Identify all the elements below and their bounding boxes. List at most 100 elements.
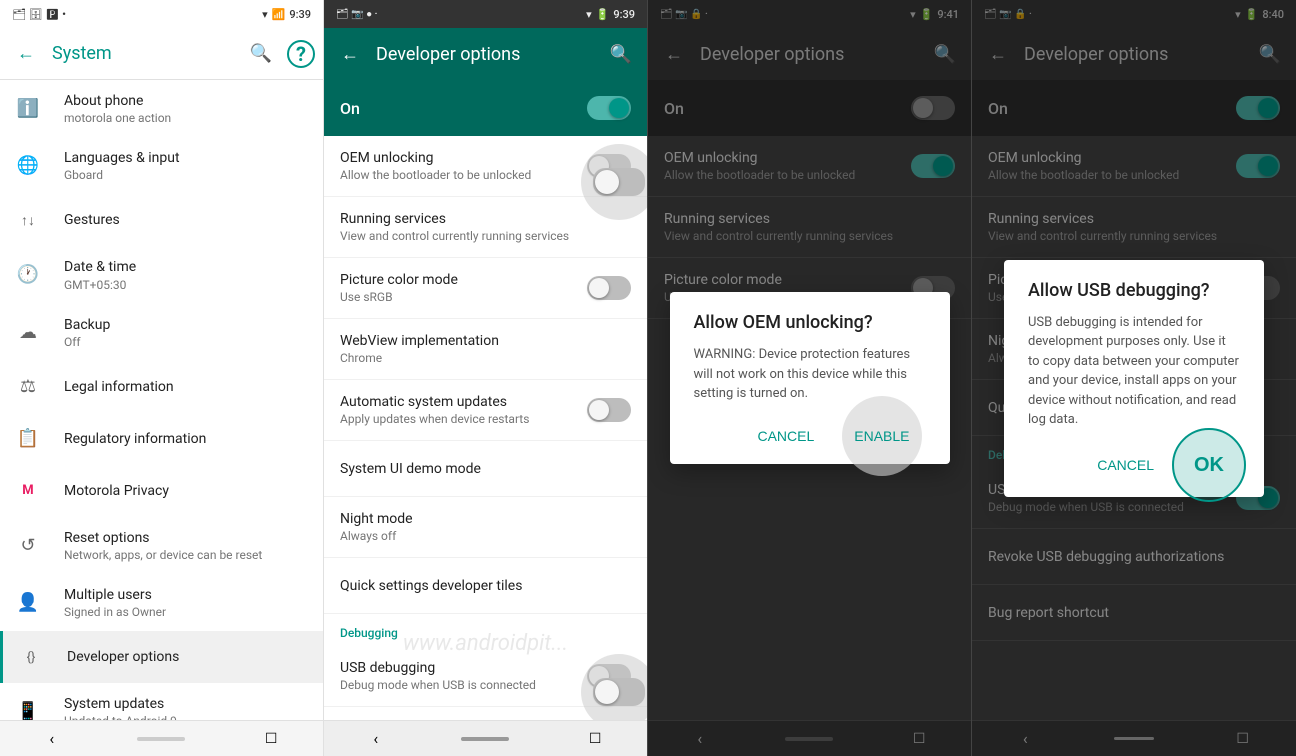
oem-dialog-body: WARNING: Device protection features will… <box>694 345 926 404</box>
notification-icons: 🗂 🗄 🅿 • <box>12 8 66 21</box>
usb-dialog-actions: Cancel OK <box>1028 446 1240 485</box>
mid-top-bar: ← Developer options 🔍 <box>324 28 647 80</box>
auto-updates-sublabel: Apply updates when device restarts <box>340 412 587 426</box>
regulatory-label: Regulatory information <box>64 430 307 448</box>
demo-mode-label: System UI demo mode <box>340 461 631 477</box>
auto-updates-item[interactable]: Automatic system updates Apply updates w… <box>324 380 647 441</box>
status-icons-left: 🗂 🗄 🅿 • <box>12 8 66 21</box>
oem-dialog-title: Allow OEM unlocking? <box>694 312 926 333</box>
picture-color-label: Picture color mode <box>340 272 587 288</box>
sidebar-item-backup[interactable]: ☁ Backup Off <box>0 304 323 361</box>
oem-dialog-overlay: Allow OEM unlocking? WARNING: Device pro… <box>648 0 971 756</box>
oem-toggle-thumb <box>589 156 609 176</box>
time-display-mid: 9:39 <box>613 8 635 21</box>
usb-cancel-button[interactable]: Cancel <box>1081 446 1170 485</box>
night-mode-item[interactable]: Night mode Always off <box>324 497 647 558</box>
nav-back-mid[interactable]: ‹ <box>358 721 394 756</box>
about-icon: ℹ️ <box>16 97 40 121</box>
webview-label: WebView implementation <box>340 333 631 349</box>
sidebar-item-developer[interactable]: {} Developer options <box>0 631 323 683</box>
reset-icon: ↺ <box>16 533 40 557</box>
backup-icon: ☁ <box>16 320 40 344</box>
mid-page-title: Developer options <box>376 44 595 65</box>
nav-bar-left: ‹ ☐ <box>0 720 323 756</box>
right2-panel: 🗂 📷 🔒 · ▾ 🔋 8:40 ← Developer options 🔍 O… <box>972 0 1296 756</box>
auto-updates-toggle[interactable] <box>587 398 631 422</box>
developer-toggle[interactable] <box>587 96 631 120</box>
sidebar-item-users[interactable]: 👤 Multiple users Signed in as Owner <box>0 574 323 631</box>
help-button-left[interactable]: ? <box>287 40 315 68</box>
oem-enable-button[interactable]: Enable <box>838 420 925 452</box>
language-sublabel: Gboard <box>64 168 307 182</box>
motorola-privacy-icon: M <box>16 479 40 503</box>
oem-sublabel: Allow the bootloader to be unlocked <box>340 168 587 182</box>
about-sublabel: motorola one action <box>64 111 307 125</box>
running-sublabel: View and control currently running servi… <box>340 229 631 243</box>
usb-debug-toggle[interactable] <box>587 664 631 688</box>
oem-unlocking-item[interactable]: OEM unlocking Allow the bootloader to be… <box>324 136 647 197</box>
oem-cancel-button[interactable]: Cancel <box>741 420 830 452</box>
oem-dialog-actions: Cancel Enable <box>694 420 926 452</box>
sidebar-item-language[interactable]: 🌐 Languages & input Gboard <box>0 137 323 194</box>
usb-debug-sublabel: Debug mode when USB is connected <box>340 678 587 692</box>
picture-color-toggle[interactable] <box>587 276 631 300</box>
backup-label: Backup <box>64 316 307 334</box>
reset-label: Reset options <box>64 529 307 547</box>
demo-mode-item[interactable]: System UI demo mode <box>324 441 647 497</box>
search-button-left[interactable]: 🔍 <box>243 36 279 72</box>
usb-debug-label: USB debugging <box>340 660 587 676</box>
motorola-privacy-label: Motorola Privacy <box>64 482 307 500</box>
usb-ok-button[interactable]: OK <box>1178 446 1240 485</box>
battery-mid: 🔋 <box>596 8 610 21</box>
regulatory-icon: 📋 <box>16 427 40 451</box>
sidebar-item-about[interactable]: ℹ️ About phone motorola one action <box>0 80 323 137</box>
page-title-left: System <box>52 43 235 64</box>
usb-dialog-body: USB debugging is intended for developmen… <box>1028 313 1240 430</box>
picture-color-item[interactable]: Picture color mode Use sRGB <box>324 258 647 319</box>
datetime-label: Date & time <box>64 258 307 276</box>
picture-color-sublabel: Use sRGB <box>340 290 587 304</box>
webview-item[interactable]: WebView implementation Chrome <box>324 319 647 380</box>
back-button-left[interactable]: ← <box>8 36 44 72</box>
sidebar-item-legal[interactable]: ⚖ Legal information <box>0 361 323 413</box>
auto-updates-thumb <box>589 400 609 420</box>
system-updates-label: System updates <box>64 695 307 713</box>
usb-debug-item[interactable]: USB debugging Debug mode when USB is con… <box>324 646 647 707</box>
oem-unlocking-container: OEM unlocking Allow the bootloader to be… <box>324 136 647 197</box>
left-panel: 🗂 🗄 🅿 • ▾ 📶 9:39 ← System 🔍 ? ℹ️ About p… <box>0 0 324 756</box>
sidebar-item-gestures[interactable]: ↑↓ Gestures <box>0 194 323 246</box>
mid-panel: 🗂 📷 ● · ▾ 🔋 9:39 ← Developer options 🔍 O… <box>324 0 648 756</box>
nav-bar-mid: ‹ ☐ <box>324 720 647 756</box>
search-button-mid[interactable]: 🔍 <box>603 36 639 72</box>
running-label: Running services <box>340 211 631 227</box>
time-mid: ▾ 🔋 9:39 <box>586 8 635 21</box>
usb-dialog-title: Allow USB debugging? <box>1028 280 1240 301</box>
nav-home-mid[interactable] <box>461 737 509 741</box>
status-bar-mid: 🗂 📷 ● · ▾ 🔋 9:39 <box>324 0 647 28</box>
nav-recents-left[interactable]: ☐ <box>253 721 289 756</box>
sidebar-item-system-updates[interactable]: 📱 System updates Updated to Android 9 <box>0 683 323 720</box>
sidebar-item-motorola-privacy[interactable]: M Motorola Privacy <box>0 465 323 517</box>
backup-sublabel: Off <box>64 335 307 349</box>
quick-settings-item[interactable]: Quick settings developer tiles <box>324 558 647 614</box>
nav-recents-mid[interactable]: ☐ <box>577 721 613 756</box>
sidebar-item-reset[interactable]: ↺ Reset options Network, apps, or device… <box>0 517 323 574</box>
dev-on-header: On <box>324 80 647 136</box>
datetime-icon: 🕐 <box>16 263 40 287</box>
sidebar-item-datetime[interactable]: 🕐 Date & time GMT+05:30 <box>0 246 323 303</box>
auto-updates-label: Automatic system updates <box>340 394 587 410</box>
nav-home-left[interactable] <box>137 737 185 741</box>
sidebar-item-regulatory[interactable]: 📋 Regulatory information <box>0 413 323 465</box>
on-label: On <box>340 99 360 118</box>
gestures-label: Gestures <box>64 211 307 229</box>
legal-label: Legal information <box>64 378 307 396</box>
nav-back-left[interactable]: ‹ <box>34 721 70 756</box>
usb-dialog: Allow USB debugging? USB debugging is in… <box>1004 260 1264 497</box>
running-services-item[interactable]: Running services View and control curren… <box>324 197 647 258</box>
ok-btn-wrapper: OK <box>1178 446 1240 485</box>
reset-sublabel: Network, apps, or device can be reset <box>64 548 307 562</box>
back-button-mid[interactable]: ← <box>332 36 368 72</box>
system-updates-icon: 📱 <box>16 700 40 720</box>
dev-options-list: OEM unlocking Allow the bootloader to be… <box>324 136 647 720</box>
oem-toggle[interactable] <box>587 154 631 178</box>
